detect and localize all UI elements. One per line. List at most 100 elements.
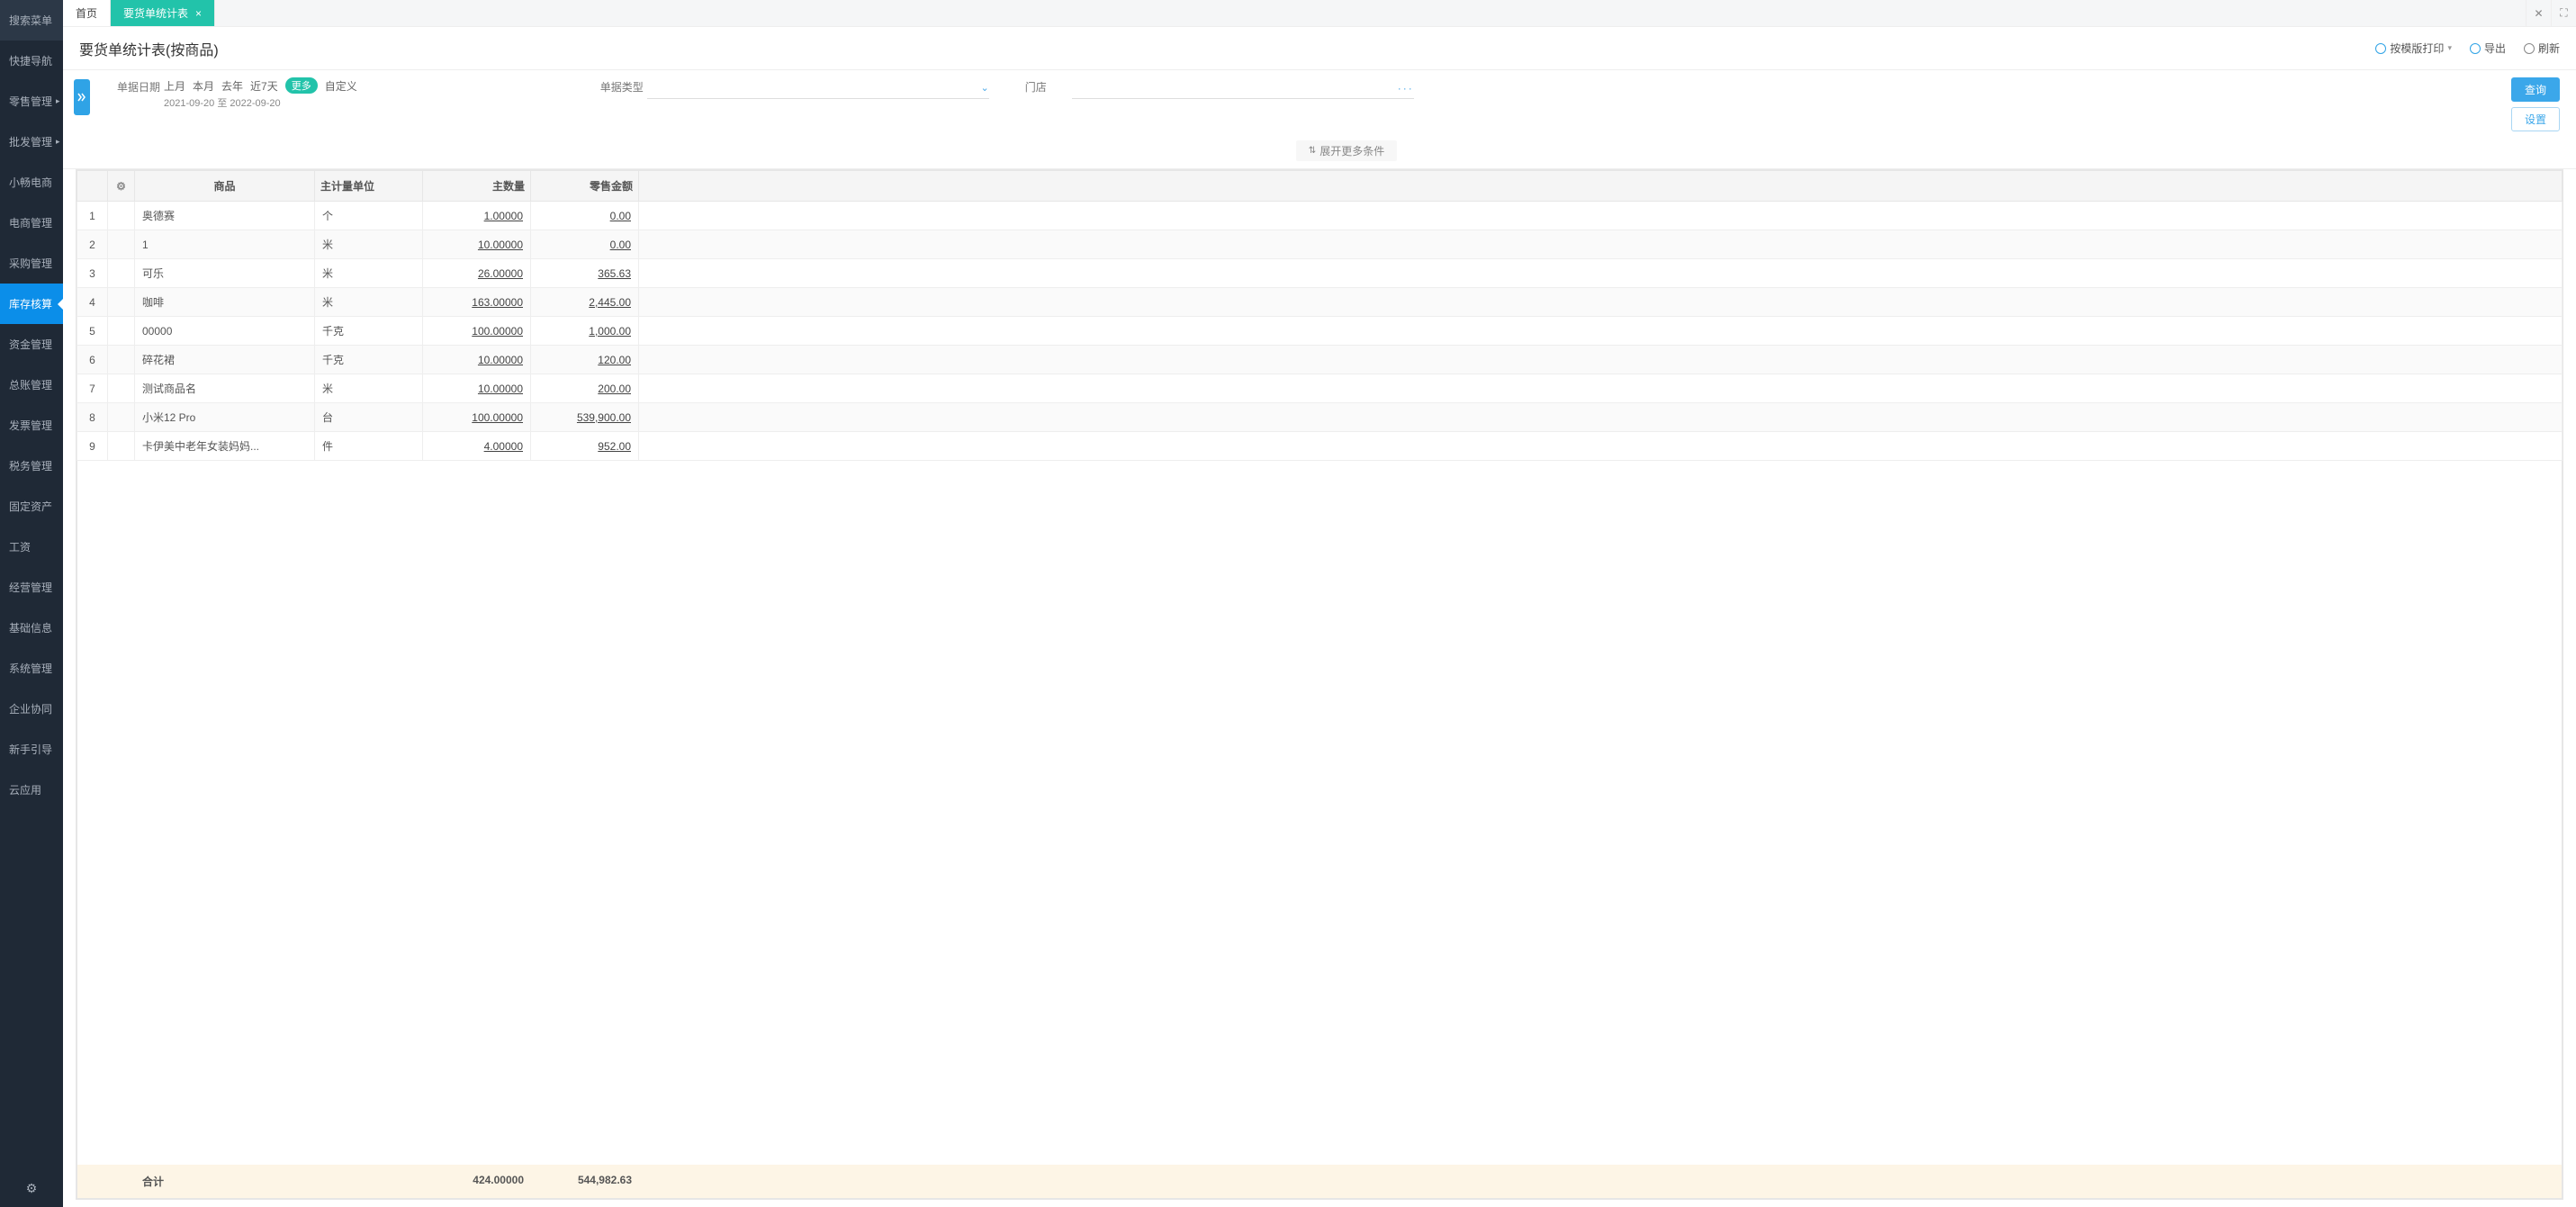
sidebar-item-2[interactable]: 零售管理▸ xyxy=(0,81,63,122)
refresh-button[interactable]: 刷新 xyxy=(2524,41,2560,56)
sidebar-footer: ⚙ xyxy=(0,1170,63,1207)
sidebar-item-6[interactable]: 采购管理 xyxy=(0,243,63,284)
caret-right-icon: ▸ xyxy=(56,96,60,106)
cell-qty[interactable]: 163.00000 xyxy=(423,288,531,317)
sidebar-item-5[interactable]: 电商管理 xyxy=(0,203,63,243)
table-row[interactable]: 8小米12 Pro台100.00000539,900.00 xyxy=(77,403,2562,432)
page-header: 要货单统计表(按商品) 按模版打印 ▾ 导出 刷新 xyxy=(63,27,2576,70)
cell-qty[interactable]: 100.00000 xyxy=(423,317,531,346)
cell-qty[interactable]: 10.00000 xyxy=(423,230,531,259)
cell-amount[interactable]: 0.00 xyxy=(531,202,639,230)
filter-store-select[interactable]: ··· xyxy=(1072,77,1414,99)
sidebar-item-8[interactable]: 资金管理 xyxy=(0,324,63,365)
table-row[interactable]: 6碎花裙千克10.00000120.00 xyxy=(77,346,2562,374)
sidebar-item-16[interactable]: 系统管理 xyxy=(0,648,63,689)
col-spacer xyxy=(639,171,2562,202)
sidebar-item-4[interactable]: 小畅电商 xyxy=(0,162,63,203)
filter-type-label: 单据类型 xyxy=(600,77,647,95)
col-amount[interactable]: 零售金额 xyxy=(531,171,639,202)
sidebar-item-9[interactable]: 总账管理 xyxy=(0,365,63,405)
cell-amount[interactable]: 0.00 xyxy=(531,230,639,259)
tab-active[interactable]: 要货单统计表 × xyxy=(111,0,215,26)
table-row[interactable]: 21米10.000000.00 xyxy=(77,230,2562,259)
col-settings[interactable]: ⚙ xyxy=(108,171,135,202)
cell-amount[interactable]: 952.00 xyxy=(531,432,639,461)
table-row[interactable]: 9卡伊美中老年女装妈妈...件4.00000952.00 xyxy=(77,432,2562,461)
cell-gear xyxy=(108,317,135,346)
sidebar-item-label: 经营管理 xyxy=(9,580,52,595)
shortcut-thismonth[interactable]: 本月 xyxy=(193,78,214,94)
tab-home[interactable]: 首页 xyxy=(63,0,111,26)
shortcut-lastyear[interactable]: 去年 xyxy=(221,78,243,94)
sidebar-item-19[interactable]: 云应用 xyxy=(0,770,63,810)
sidebar-item-7[interactable]: 库存核算 xyxy=(0,284,63,324)
shortcut-custom[interactable]: 自定义 xyxy=(325,78,357,94)
cell-qty[interactable]: 10.00000 xyxy=(423,374,531,403)
cell-amount[interactable]: 1,000.00 xyxy=(531,317,639,346)
cell-qty[interactable]: 1.00000 xyxy=(423,202,531,230)
cell-product: 卡伊美中老年女装妈妈... xyxy=(135,432,315,461)
cell-qty[interactable]: 4.00000 xyxy=(423,432,531,461)
cell-spacer xyxy=(639,259,2562,288)
sidebar-item-label: 快捷导航 xyxy=(9,53,52,68)
table-row[interactable]: 4咖啡米163.000002,445.00 xyxy=(77,288,2562,317)
expand-more-conditions[interactable]: ⇅ 展开更多条件 xyxy=(1296,140,1397,161)
sidebar-item-1[interactable]: 快捷导航 xyxy=(0,41,63,81)
gear-icon[interactable]: ⚙ xyxy=(26,1181,38,1195)
sidebar-item-18[interactable]: 新手引导 xyxy=(0,729,63,770)
settings-button[interactable]: 设置 xyxy=(2511,107,2560,131)
sidebar-item-13[interactable]: 工资 xyxy=(0,527,63,567)
cell-index: 4 xyxy=(77,288,108,317)
cell-qty[interactable]: 100.00000 xyxy=(423,403,531,432)
cell-index: 8 xyxy=(77,403,108,432)
sidebar-item-12[interactable]: 固定资产 xyxy=(0,486,63,527)
tabbar-fullscreen-icon[interactable]: ⛶ xyxy=(2551,0,2576,27)
shortcut-7days[interactable]: 近7天 xyxy=(250,78,278,94)
cell-amount[interactable]: 200.00 xyxy=(531,374,639,403)
filter-type: 单据类型 ⌄ xyxy=(600,77,989,99)
cell-amount[interactable]: 2,445.00 xyxy=(531,288,639,317)
print-template-button[interactable]: 按模版打印 ▾ xyxy=(2375,41,2452,56)
filter-type-select[interactable]: ⌄ xyxy=(647,77,989,99)
table-row[interactable]: 500000千克100.000001,000.00 xyxy=(77,317,2562,346)
col-product[interactable]: 商品 xyxy=(135,171,315,202)
cell-amount[interactable]: 365.63 xyxy=(531,259,639,288)
date-range-text: 2021-09-20 至 2022-09-20 xyxy=(164,95,357,110)
col-qty[interactable]: 主数量 xyxy=(423,171,531,202)
cell-gear xyxy=(108,432,135,461)
footer-amount: 544,982.63 xyxy=(531,1174,639,1189)
sidebar-item-label: 总账管理 xyxy=(9,377,52,392)
shortcut-lastmonth[interactable]: 上月 xyxy=(164,78,185,94)
table-row[interactable]: 7测试商品名米10.00000200.00 xyxy=(77,374,2562,403)
shortcut-more[interactable]: 更多 xyxy=(285,77,318,94)
cell-spacer xyxy=(639,288,2562,317)
sidebar-item-11[interactable]: 税务管理 xyxy=(0,446,63,486)
cell-unit: 个 xyxy=(315,202,423,230)
filter-bar: 单据日期 上月 本月 去年 近7天 更多 自定义 2021-09-20 至 20… xyxy=(63,70,2576,169)
cell-qty[interactable]: 10.00000 xyxy=(423,346,531,374)
col-unit[interactable]: 主计量单位 xyxy=(315,171,423,202)
sidebar-item-10[interactable]: 发票管理 xyxy=(0,405,63,446)
query-button[interactable]: 查询 xyxy=(2511,77,2560,102)
sidebar-item-14[interactable]: 经营管理 xyxy=(0,567,63,608)
close-icon[interactable]: × xyxy=(195,7,202,20)
cell-index: 3 xyxy=(77,259,108,288)
tabbar-close-icon[interactable]: ✕ xyxy=(2526,0,2551,27)
cell-qty[interactable]: 26.00000 xyxy=(423,259,531,288)
export-button[interactable]: 导出 xyxy=(2470,41,2506,56)
sidebar-item-15[interactable]: 基础信息 xyxy=(0,608,63,648)
sidebar-item-label: 小畅电商 xyxy=(9,175,52,190)
sidebar-item-0[interactable]: 搜索菜单 xyxy=(0,0,63,41)
sidebar-item-17[interactable]: 企业协同 xyxy=(0,689,63,729)
sidebar-item-label: 云应用 xyxy=(9,782,41,797)
cell-amount[interactable]: 539,900.00 xyxy=(531,403,639,432)
print-icon xyxy=(2375,43,2386,54)
cell-product: 小米12 Pro xyxy=(135,403,315,432)
table-row[interactable]: 1奥德赛个1.000000.00 xyxy=(77,202,2562,230)
cell-amount[interactable]: 120.00 xyxy=(531,346,639,374)
table-row[interactable]: 3可乐米26.00000365.63 xyxy=(77,259,2562,288)
refresh-label: 刷新 xyxy=(2538,41,2560,56)
refresh-icon xyxy=(2524,43,2535,54)
sidebar-item-3[interactable]: 批发管理▸ xyxy=(0,122,63,162)
filter-collapse-button[interactable] xyxy=(74,79,90,115)
